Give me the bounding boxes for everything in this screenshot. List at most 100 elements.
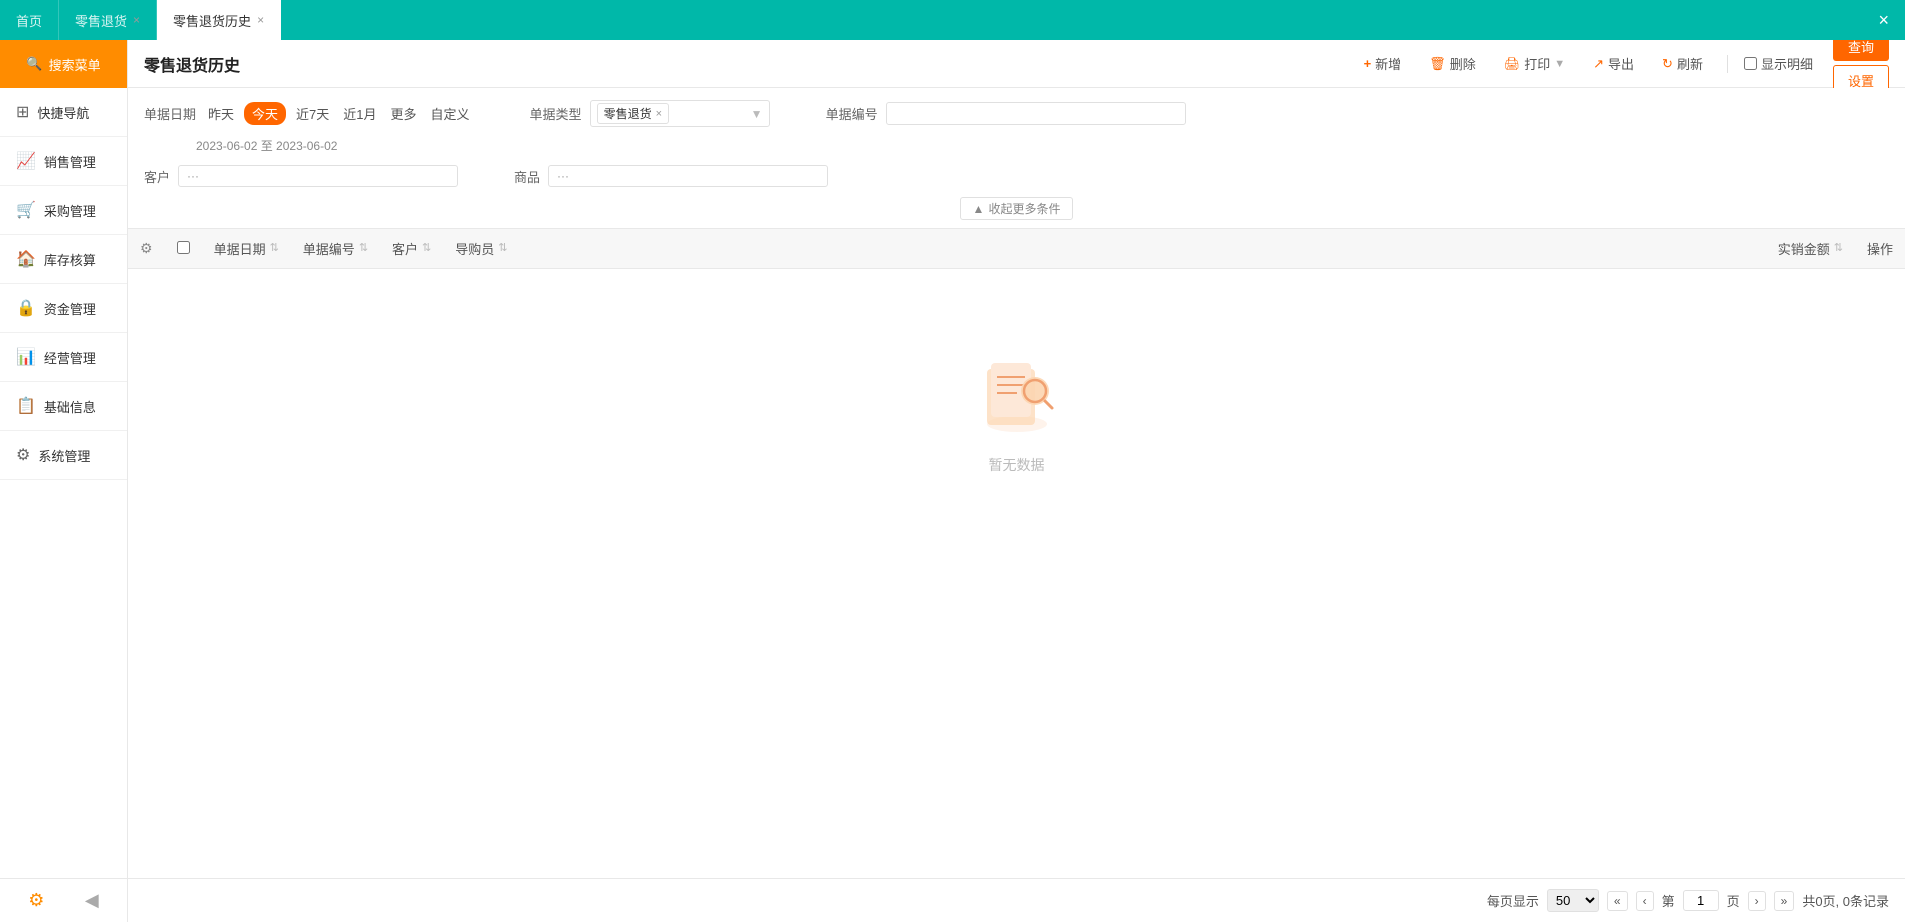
tab-spacer: [281, 0, 1862, 40]
amount-sort-arrows[interactable]: ⇅: [1834, 243, 1843, 254]
page-next-button[interactable]: ›: [1748, 891, 1766, 911]
table-body: 暂无数据: [128, 269, 1905, 556]
sidebar-item-sales-mgmt[interactable]: 📈 销售管理: [0, 137, 127, 186]
total-info: 共0页, 0条记录: [1802, 891, 1889, 910]
customer-sort-arrows[interactable]: ⇅: [422, 243, 431, 254]
display-toggle[interactable]: 显示明细: [1744, 54, 1813, 73]
add-label: 新增: [1375, 54, 1401, 73]
tab-retail-return-history-label: 零售退货历史: [173, 11, 251, 30]
query-button[interactable]: 查询: [1833, 40, 1889, 61]
page-prev-button[interactable]: ‹: [1636, 891, 1654, 911]
number-sort-arrows[interactable]: ⇅: [359, 243, 368, 254]
delete-button[interactable]: 🗑 删除: [1421, 50, 1484, 77]
page-size-select[interactable]: 50 100 200: [1547, 889, 1599, 912]
date-last7[interactable]: 近7天: [292, 102, 333, 125]
date-today[interactable]: 今天: [244, 102, 286, 125]
column-filler: [520, 229, 1766, 269]
customer-filter-select[interactable]: ···: [178, 165, 458, 187]
date-custom[interactable]: 自定义: [427, 102, 474, 125]
add-button[interactable]: + 新增: [1356, 50, 1410, 77]
column-number: 单据编号 ⇅: [291, 229, 380, 269]
empty-state: 暂无数据: [128, 269, 1905, 555]
type-filter-container: 零售退货 × ▼: [590, 100, 770, 127]
date-filter-label: 单据日期: [144, 104, 196, 123]
type-dropdown-arrow[interactable]: ▼: [751, 107, 763, 121]
collapse-icon: ▲: [973, 202, 985, 216]
date-more[interactable]: 更多: [387, 102, 421, 125]
quick-nav-icon: ⊞: [16, 102, 29, 122]
page-last-button[interactable]: »: [1774, 891, 1795, 911]
sidebar-nav: ⊞ 快捷导航 📈 销售管理 🛒 采购管理 🏠 库存核算 🔒 资金管理 📊: [0, 88, 127, 878]
header-separator: [1727, 55, 1728, 73]
date-options: 昨天 今天 近7天 近1月 更多 自定义: [204, 102, 474, 125]
export-button[interactable]: ↗ 导出: [1585, 50, 1642, 77]
sidebar-item-operations-label: 经营管理: [44, 348, 96, 367]
sidebar-item-finance-label: 资金管理: [44, 299, 96, 318]
column-customer-label: 客户: [392, 239, 418, 258]
number-filter-input[interactable]: [886, 102, 1186, 125]
sidebar-item-finance[interactable]: 🔒 资金管理: [0, 284, 127, 333]
page-number-input[interactable]: [1683, 890, 1719, 911]
print-button[interactable]: 🖨 打印 ▼: [1496, 50, 1573, 77]
pagination-bar: 每页显示 50 100 200 « ‹ 第 页 › » 共0页, 0条记录: [128, 878, 1905, 922]
finance-icon: 🔒: [16, 298, 36, 318]
operations-icon: 📊: [16, 347, 36, 367]
date-range-display: 2023-06-02 至 2023-06-02: [196, 139, 337, 153]
filter-type-item: 单据类型 零售退货 × ▼: [530, 100, 770, 127]
filter-number-item: 单据编号: [826, 102, 1186, 125]
tab-retail-return[interactable]: 零售退货 ×: [59, 0, 157, 40]
filter-goods-item: 商品 ···: [514, 165, 828, 187]
page-header: 零售退货历史 + 新增 🗑 删除 🖨 打印 ▼ ↗ 导出: [128, 40, 1905, 88]
display-toggle-checkbox[interactable]: [1744, 57, 1757, 70]
sidebar-item-purchase-mgmt[interactable]: 🛒 采购管理: [0, 186, 127, 235]
column-settings-icon[interactable]: ⚙: [140, 240, 153, 256]
search-icon: 🔍: [26, 56, 42, 72]
collapse-button[interactable]: ▲ 收起更多条件: [960, 197, 1074, 220]
goods-filter-label: 商品: [514, 167, 540, 186]
collapse-sidebar-icon[interactable]: ◀: [85, 890, 99, 911]
tab-home-label: 首页: [16, 11, 42, 30]
sidebar: 🔍 搜索菜单 ⊞ 快捷导航 📈 销售管理 🛒 采购管理 🏠 库存核算 🔒: [0, 40, 128, 922]
filter-customer-item: 客户 ···: [144, 165, 458, 187]
number-filter-label: 单据编号: [826, 104, 878, 123]
print-icon: 🖨: [1504, 56, 1521, 72]
sidebar-bottom: ⚙ ◀: [0, 878, 127, 922]
collapse-label: 收起更多条件: [988, 200, 1060, 217]
column-amount-label: 实销金额: [1778, 239, 1830, 258]
column-action: 操作: [1855, 229, 1905, 269]
sidebar-item-quick-nav-label: 快捷导航: [37, 103, 89, 122]
empty-text: 暂无数据: [989, 455, 1045, 475]
refresh-label: 刷新: [1677, 54, 1703, 73]
sidebar-item-inventory[interactable]: 🏠 库存核算: [0, 235, 127, 284]
select-all-checkbox[interactable]: [177, 241, 190, 254]
main-layout: 🔍 搜索菜单 ⊞ 快捷导航 📈 销售管理 🛒 采购管理 🏠 库存核算 🔒: [0, 40, 1905, 922]
page-title: 零售退货历史: [144, 52, 1356, 76]
sidebar-item-quick-nav[interactable]: ⊞ 快捷导航: [0, 88, 127, 137]
collapse-row: ▲ 收起更多条件: [144, 197, 1889, 220]
type-filter-label: 单据类型: [530, 104, 582, 123]
page-prefix: 第: [1662, 891, 1675, 910]
customer-filter-label: 客户: [144, 167, 170, 186]
sidebar-item-system-mgmt[interactable]: ⚙ 系统管理: [0, 431, 127, 480]
sidebar-search[interactable]: 🔍 搜索菜单: [0, 40, 127, 88]
date-yesterday[interactable]: 昨天: [204, 102, 238, 125]
sidebar-item-operations[interactable]: 📊 经营管理: [0, 333, 127, 382]
refresh-button[interactable]: ↻ 刷新: [1654, 50, 1711, 77]
column-date-label: 单据日期: [214, 239, 266, 258]
close-retail-return-tab[interactable]: ×: [133, 13, 140, 27]
settings-bottom-icon[interactable]: ⚙: [28, 890, 44, 911]
guide-sort-arrows[interactable]: ⇅: [498, 243, 507, 254]
tab-retail-return-history[interactable]: 零售退货历史 ×: [157, 0, 281, 40]
column-guide-label: 导购员: [455, 239, 494, 258]
date-sort-arrows[interactable]: ⇅: [270, 243, 279, 254]
sidebar-item-base-info[interactable]: 📋 基础信息: [0, 382, 127, 431]
tab-retail-return-label: 零售退货: [75, 11, 127, 30]
window-close-button[interactable]: ×: [1862, 0, 1905, 40]
close-retail-return-history-tab[interactable]: ×: [257, 13, 264, 27]
type-tag-remove[interactable]: ×: [656, 108, 662, 120]
goods-filter-select[interactable]: ···: [548, 165, 828, 187]
date-last-month[interactable]: 近1月: [339, 102, 380, 125]
export-label: 导出: [1608, 54, 1634, 73]
page-first-button[interactable]: «: [1607, 891, 1628, 911]
tab-home[interactable]: 首页: [0, 0, 59, 40]
